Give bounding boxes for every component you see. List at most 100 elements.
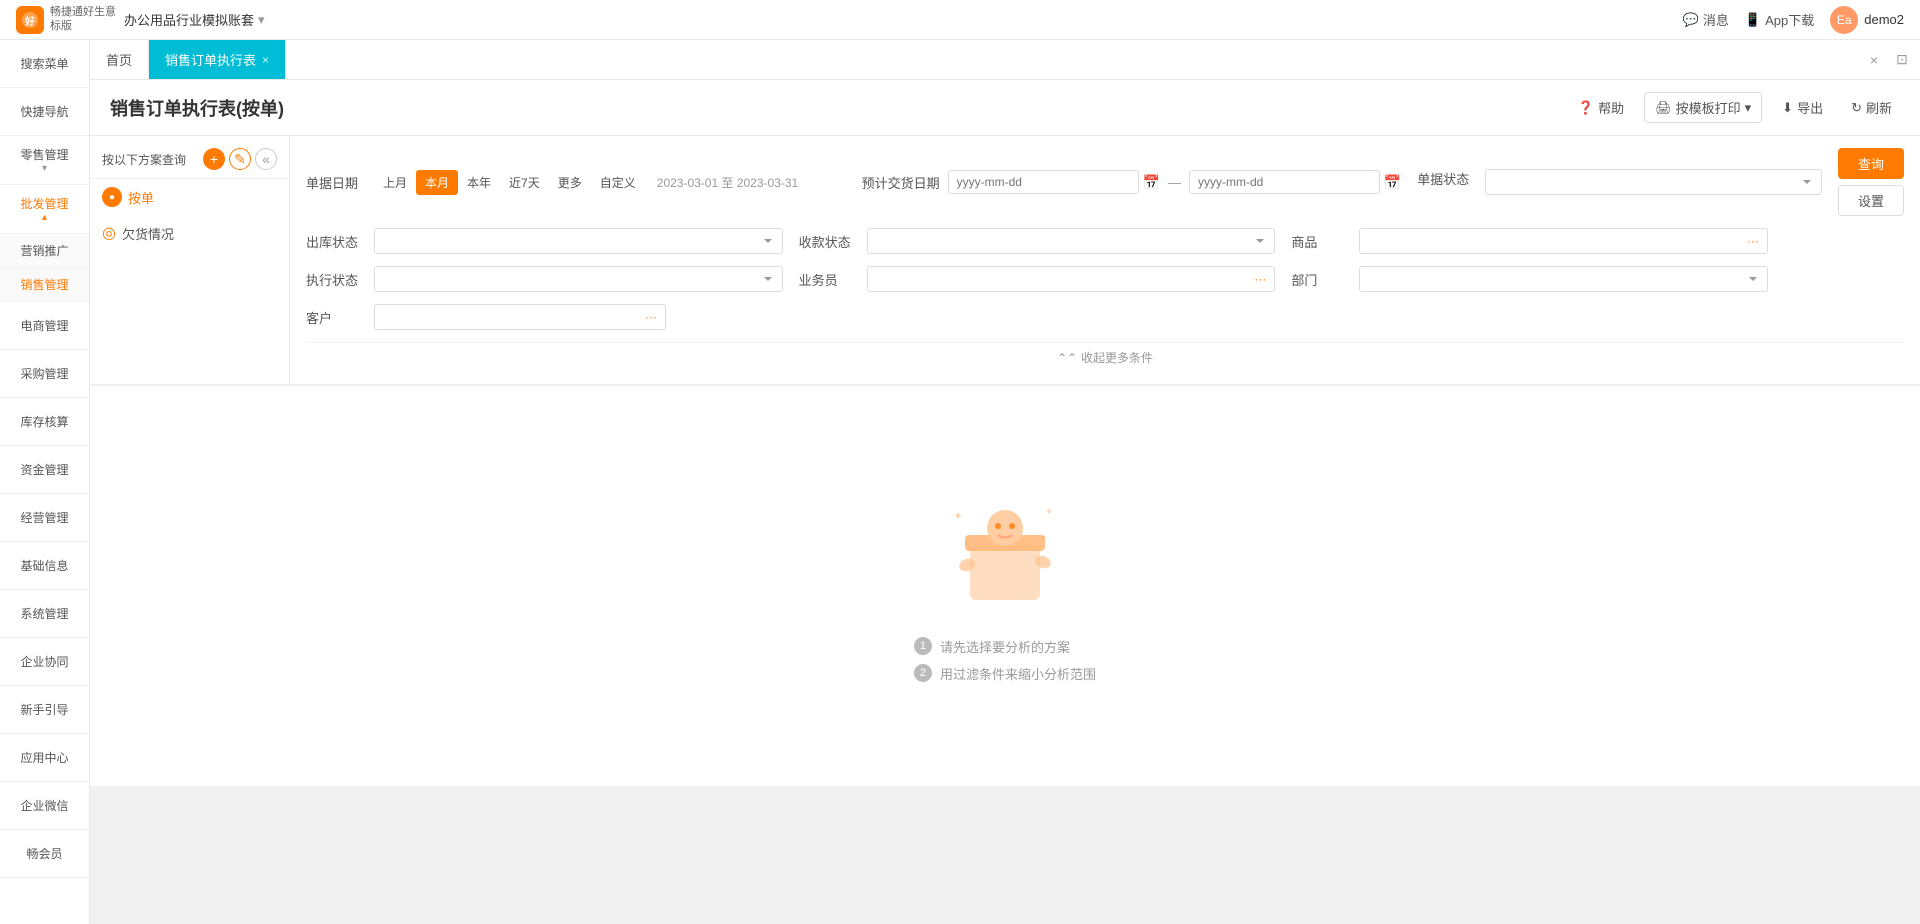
expected-delivery-start-input[interactable]: [948, 170, 1139, 194]
sidebar-item-inventory[interactable]: 库存核算: [0, 398, 89, 446]
breadcrumb-arrow-icon[interactable]: ▾: [258, 12, 265, 28]
tab-close-icon[interactable]: ×: [262, 53, 269, 67]
tab-window-controls: × ⊡: [1864, 40, 1920, 79]
expected-delivery-field: 预计交货日期 📅 — 📅: [862, 170, 1402, 194]
sidebar-item-wholesale[interactable]: 批发管理 ▴: [0, 185, 89, 234]
filter-sidebar-title: 按以下方案查询: [102, 151, 186, 168]
calendar-start-icon[interactable]: 📅: [1143, 174, 1160, 191]
export-button[interactable]: ⬇ 导出: [1774, 94, 1831, 121]
department-control: [1359, 266, 1768, 292]
setting-button[interactable]: 设置: [1838, 185, 1904, 216]
goods-control: ···: [1359, 228, 1768, 254]
sidebar-item-newguide[interactable]: 新手引导: [0, 686, 89, 734]
plan-item2-dot-icon: ◎: [102, 223, 116, 243]
goods-input[interactable]: ···: [1359, 228, 1768, 254]
logo-icon: 好: [16, 6, 44, 34]
filter-collapse-button[interactable]: «: [255, 148, 277, 170]
ecommerce-label: 电商管理: [20, 317, 68, 334]
page-title-actions: ❓ 帮助 🖨 按模板打印 ▾ ⬇ 导出 ↻ 刷新: [1570, 92, 1900, 123]
finance-label: 资金管理: [20, 461, 68, 478]
message-button[interactable]: 💬 消息: [1683, 10, 1729, 29]
svg-text:好: 好: [24, 15, 35, 28]
date-tab-custom[interactable]: 自定义: [591, 170, 645, 195]
sidebar-item-system[interactable]: 系统管理: [0, 590, 89, 638]
customer-dots-icon: ···: [645, 310, 657, 324]
execution-status-control: [374, 266, 783, 292]
filter-main: 单据日期 上月 本月 本年 近7天 更多 自定义: [290, 136, 1920, 384]
empty-hint-1: 1 请先选择要分析的方案: [914, 637, 1096, 656]
sidebar-item-finance[interactable]: 资金管理: [0, 446, 89, 494]
filter-plan-item-shortage[interactable]: ◎ 欠货情况: [90, 215, 289, 251]
filter-row-1: 单据日期 上月 本月 本年 近7天 更多 自定义: [306, 148, 1904, 216]
filter-row-2: 出库状态 收款状态: [306, 228, 1904, 254]
delivery-status-select[interactable]: [374, 228, 783, 254]
expected-delivery-end-input[interactable]: [1189, 170, 1380, 194]
tab-close-window-icon[interactable]: ×: [1864, 50, 1884, 70]
search-button[interactable]: 查询: [1838, 148, 1904, 179]
date-range-text: 2023-03-01 至 2023-03-31: [657, 174, 798, 191]
app-download-button[interactable]: 📱 App下载: [1745, 10, 1814, 29]
sidebar-item-ecommerce[interactable]: 电商管理: [0, 302, 89, 350]
tab-maximize-icon[interactable]: ⊡: [1892, 50, 1912, 70]
svg-text:✦: ✦: [1045, 507, 1053, 518]
refresh-button[interactable]: ↻ 刷新: [1843, 94, 1900, 121]
payment-status-field: 收款状态: [799, 228, 1276, 254]
page-title-bar: 销售订单执行表(按单) ❓ 帮助 🖨 按模板打印 ▾ ⬇ 导出: [90, 80, 1920, 136]
sidebar-item-sales-mgmt[interactable]: 销售管理: [0, 268, 89, 302]
wholesale-label: 批发管理: [20, 195, 68, 212]
main-layout: 搜索菜单 快捷导航 零售管理 ▾ 批发管理 ▴ 营销推广 销售管理 电商管理 采…: [0, 40, 1920, 924]
customer-input[interactable]: ···: [374, 304, 666, 330]
sidebar-item-retail[interactable]: 零售管理 ▾: [0, 136, 89, 185]
date-tab-this-year[interactable]: 本年: [458, 170, 500, 195]
execution-status-select[interactable]: [374, 266, 783, 292]
date-tab-last-month[interactable]: 上月: [374, 170, 416, 195]
sidebar-item-search[interactable]: 搜索菜单: [0, 40, 89, 88]
tab-sales-order[interactable]: 销售订单执行表 ×: [149, 40, 286, 79]
calendar-end-icon[interactable]: 📅: [1384, 174, 1401, 191]
sidebar-item-enterprise[interactable]: 企业协同: [0, 638, 89, 686]
delivery-status-field: 出库状态: [306, 228, 783, 254]
sidebar-item-quicknav[interactable]: 快捷导航: [0, 88, 89, 136]
tab-bar: 首页 销售订单执行表 × × ⊡: [90, 40, 1920, 80]
plan-item-label: 按单: [128, 188, 154, 207]
print-button[interactable]: 🖨 按模板打印 ▾: [1644, 92, 1762, 123]
filter-sidebar-icons: + ✎ «: [203, 148, 277, 170]
empty-state: ✦ ✦ ✦ 1 请先选择要分析的方案 2 用过滤条件来缩小分析范围: [90, 386, 1920, 786]
sidebar-item-vip[interactable]: 畅会员: [0, 830, 89, 878]
empty-step2-num: 2: [914, 664, 932, 682]
avatar: Ea: [1830, 6, 1858, 34]
payment-status-select[interactable]: [867, 228, 1276, 254]
department-label: 部门: [1291, 270, 1351, 289]
sidebar-item-appstore[interactable]: 应用中心: [0, 734, 89, 782]
date-tab-more[interactable]: 更多: [549, 170, 591, 195]
date-tab-this-month[interactable]: 本月: [416, 170, 458, 195]
salesperson-dots-icon: ···: [1254, 272, 1266, 286]
payment-status-label: 收款状态: [799, 232, 859, 251]
order-status-select[interactable]: [1485, 169, 1822, 195]
salesperson-input[interactable]: ···: [867, 266, 1276, 292]
basic-label: 基础信息: [20, 557, 68, 574]
filter-add-button[interactable]: +: [203, 148, 225, 170]
sidebar-item-operations[interactable]: 经营管理: [0, 494, 89, 542]
department-select[interactable]: [1359, 266, 1768, 292]
sidebar-item-basic[interactable]: 基础信息: [0, 542, 89, 590]
svg-text:✦: ✦: [953, 509, 963, 523]
print-arrow-icon: ▾: [1745, 100, 1752, 116]
help-button[interactable]: ❓ 帮助: [1570, 94, 1632, 121]
username: demo2: [1864, 12, 1904, 27]
tab-home[interactable]: 首页: [90, 40, 149, 79]
sidebar-item-marketing[interactable]: 营销推广: [0, 234, 89, 268]
salesperson-label: 业务员: [799, 270, 859, 289]
user-menu[interactable]: Ea demo2: [1830, 6, 1904, 34]
delivery-status-control: [374, 228, 783, 254]
vip-label: 畅会员: [26, 845, 62, 862]
filter-plan-item-by-order[interactable]: ● 按单: [90, 179, 289, 215]
plan-item2-label: 欠货情况: [122, 224, 174, 243]
date-tab-7days[interactable]: 近7天: [500, 170, 549, 195]
filter-edit-button[interactable]: ✎: [229, 148, 251, 170]
collapse-more-button[interactable]: ⌃⌃ 收起更多条件: [306, 342, 1904, 372]
salesperson-field: 业务员 ···: [799, 266, 1276, 292]
sidebar-item-purchase[interactable]: 采购管理: [0, 350, 89, 398]
sidebar-item-corpwechat[interactable]: 企业微信: [0, 782, 89, 830]
help-icon: ❓: [1578, 100, 1594, 116]
